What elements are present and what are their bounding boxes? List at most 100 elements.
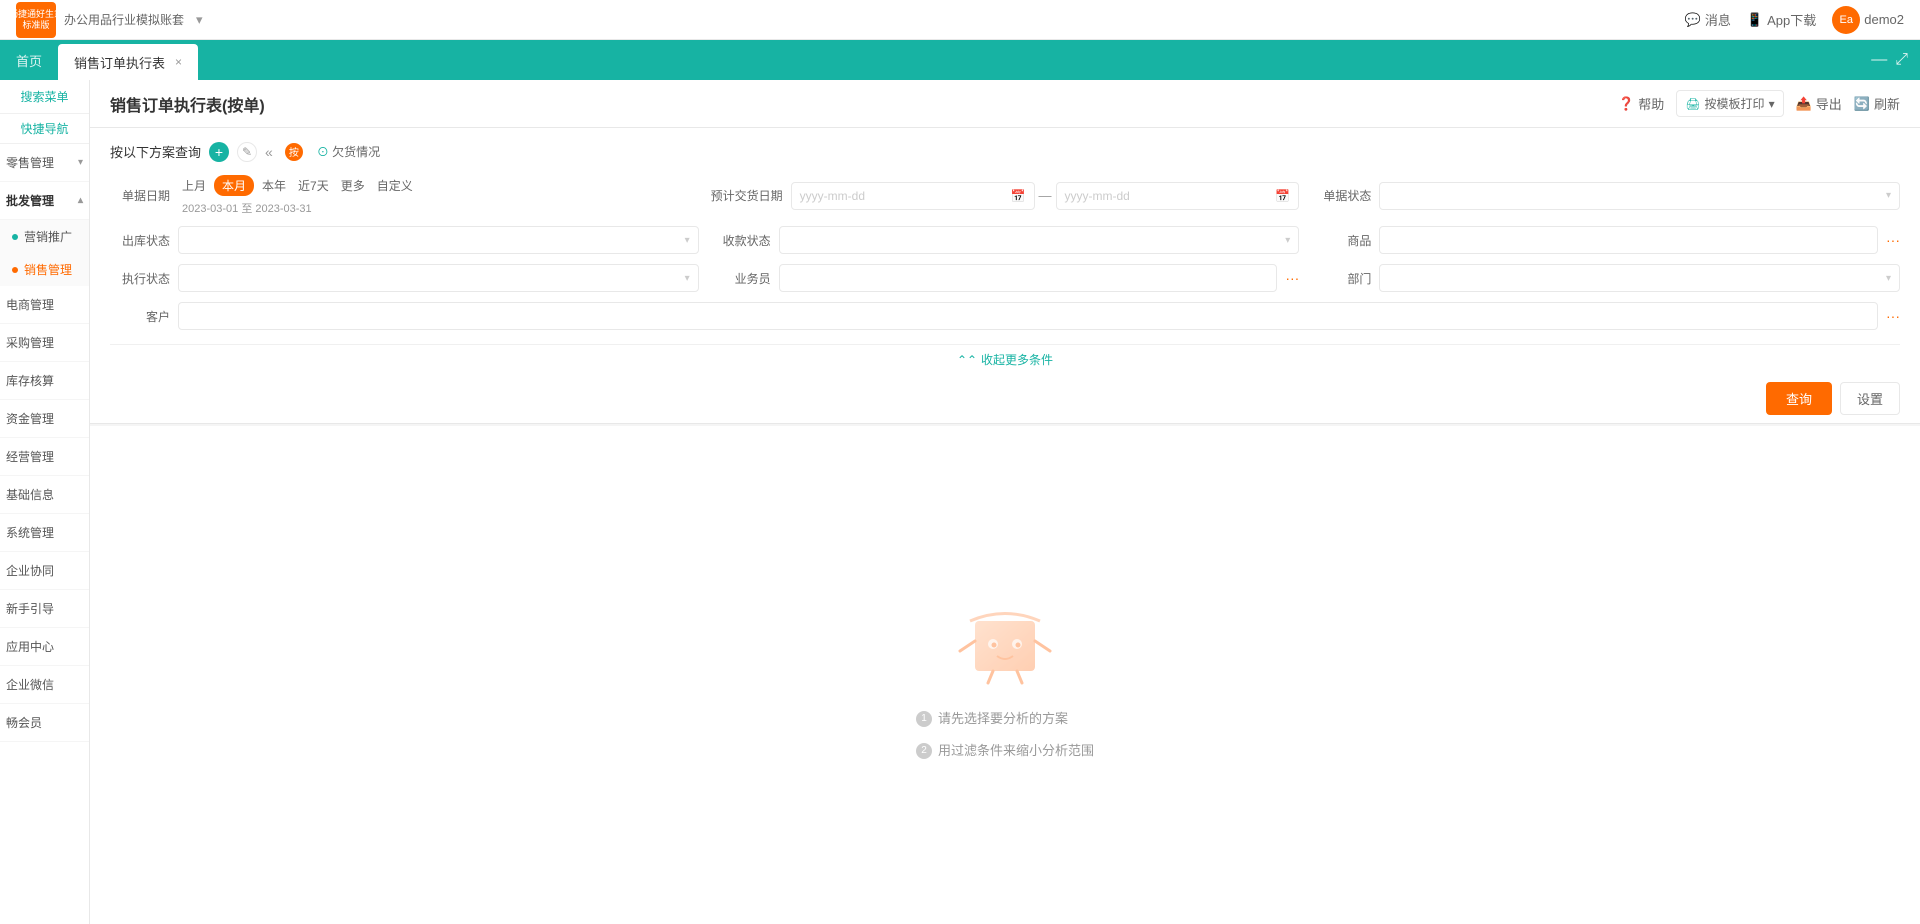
receipt-select[interactable]: ▾ [779,226,1300,254]
page-header-actions: ❓ 帮助 🖨 按模板打印 ▾ 📤 导出 🔄 刷新 [1618,90,1900,117]
expected-date-end[interactable]: yyyy-mm-dd 📅 [1056,182,1300,210]
chevron-down-icon: ▾ [78,157,83,168]
execution-select[interactable]: ▾ [178,264,699,292]
sidebar-sub-marketing[interactable]: 营销推广 [0,220,89,253]
sidebar-item-ecommerce-label: 电商管理 [6,296,54,313]
sidebar-sub-sales[interactable]: 销售管理 [0,253,89,286]
date-tab-thismonth[interactable]: 本月 [214,175,254,196]
chevron-down-execution-icon: ▾ [685,273,690,284]
expected-date-start[interactable]: yyyy-mm-dd 📅 [791,182,1035,210]
scheme-item-dan[interactable]: 按 [285,143,303,161]
tip-num-1: 1 [916,711,932,727]
field-shipment-status: 出库状态 ▾ [110,226,699,254]
sidebar-item-guide-label: 新手引导 [6,600,54,617]
department-select[interactable]: ▾ [1379,264,1900,292]
print-button[interactable]: 🖨 按模板打印 ▾ [1676,90,1783,117]
date-tab-thisyear[interactable]: 本年 [258,175,290,196]
sidebar-item-enterprise[interactable]: 企业协同 [0,552,89,590]
filter-row-1: 单据日期 上月 本月 本年 近7天 更多 自定义 2023-03-01 至 20… [110,175,1900,216]
date-separator: — [1039,188,1052,203]
minimize-button[interactable]: — [1871,51,1887,69]
refresh-button[interactable]: 🔄 刷新 [1854,94,1900,113]
sidebar-item-basic[interactable]: 基础信息 [0,476,89,514]
field-single-date: 单据日期 上月 本月 本年 近7天 更多 自定义 2023-03-01 至 20… [110,175,699,216]
main-layout: 搜索菜单 快捷导航 零售管理 ▾ 批发管理 ▴ 营销推广 销售管理 电商管理 [0,80,1920,924]
edit-scheme-button[interactable]: ✎ [237,142,257,162]
salesman-input[interactable] [779,264,1278,292]
empty-state: 1 请先选择要分析的方案 2 用过滤条件来缩小分析范围 [90,426,1920,924]
scheme-label: 按以下方案查询 [110,142,201,161]
collapse-bar[interactable]: ⌃⌃ 收起更多条件 [110,344,1900,374]
sidebar-item-guide[interactable]: 新手引导 [0,590,89,628]
logo: 畅捷通好生意 标准版 [16,2,56,38]
sidebar-item-purchase[interactable]: 采购管理 [0,324,89,362]
export-button[interactable]: 📤 导出 [1796,94,1842,113]
message-button[interactable]: 💬 消息 [1685,10,1731,29]
calendar-end-icon[interactable]: 📅 [1275,189,1290,203]
sidebar-item-enterprise-label: 企业协同 [6,562,54,579]
search-menu-label[interactable]: 搜索菜单 [8,88,81,105]
sidebar-item-member-label: 畅会员 [6,714,42,731]
settings-button[interactable]: 设置 [1840,382,1900,415]
content-area: 销售订单执行表(按单) ❓ 帮助 🖨 按模板打印 ▾ 📤 导出 🔄 刷新 [90,80,1920,924]
single-status-select[interactable]: ▾ [1379,182,1900,210]
app-title-arrow[interactable]: ▾ [196,12,203,28]
chevron-up-icon: ▴ [78,195,83,206]
goods-more-icon[interactable]: ··· [1886,232,1900,248]
quick-nav-label[interactable]: 快捷导航 [0,114,89,144]
sidebar-item-inventory[interactable]: 库存核算 [0,362,89,400]
date-tab-more[interactable]: 更多 [337,175,369,196]
sidebar-item-wholesale-label: 批发管理 [6,192,54,209]
print-arrow-icon: ▾ [1769,97,1775,111]
date-tab-lastmonth[interactable]: 上月 [178,175,210,196]
sidebar-item-retail[interactable]: 零售管理 ▾ [0,144,89,182]
user-menu[interactable]: Ea demo2 [1832,6,1904,34]
date-tab-custom[interactable]: 自定义 [373,175,417,196]
empty-tip-row-1: 1 请先选择要分析的方案 [916,706,1094,732]
empty-illustration [955,586,1055,686]
expected-date-label: 预计交货日期 [711,187,783,204]
app-download-button[interactable]: 📱 App下载 [1747,10,1816,29]
date-range-text: 2023-03-01 至 2023-03-31 [182,200,699,216]
expand-button[interactable]: ⤢ [1895,51,1908,69]
sidebar-item-wholesale[interactable]: 批发管理 ▴ [0,182,89,220]
sidebar-item-wechat[interactable]: 企业微信 [0,666,89,704]
tab-active[interactable]: 销售订单执行表 × [58,44,198,80]
help-button[interactable]: ❓ 帮助 [1618,94,1664,113]
goods-input[interactable] [1379,226,1878,254]
sidebar-item-finance[interactable]: 资金管理 [0,400,89,438]
salesman-more-icon[interactable]: ··· [1285,270,1299,286]
sidebar-item-operations-label: 经营管理 [6,448,54,465]
receipt-label: 收款状态 [711,232,771,249]
tabbar-actions: — ⤢ [1871,51,1920,69]
sidebar-item-retail-label: 零售管理 [6,154,54,171]
filter-row-3: 执行状态 ▾ 业务员 ··· 部门 [110,264,1900,292]
sidebar-item-appstore[interactable]: 应用中心 [0,628,89,666]
customer-input[interactable] [178,302,1878,330]
collapse-label: 收起更多条件 [981,351,1053,368]
tab-home[interactable]: 首页 [0,40,58,80]
page-header: 销售订单执行表(按单) ❓ 帮助 🖨 按模板打印 ▾ 📤 导出 🔄 刷新 [90,80,1920,128]
scheme-item-shortfall[interactable]: ⊙ 欠货情况 [307,140,390,163]
message-label: 消息 [1705,10,1731,29]
add-scheme-button[interactable]: + [209,142,229,162]
sidebar: 搜索菜单 快捷导航 零售管理 ▾ 批发管理 ▴ 营销推广 销售管理 电商管理 [0,80,90,924]
salesman-label: 业务员 [711,270,771,287]
empty-tips: 1 请先选择要分析的方案 2 用过滤条件来缩小分析范围 [916,706,1094,764]
query-button[interactable]: 查询 [1766,382,1832,415]
scheme-row: 按以下方案查询 + ✎ « 按 ⊙ 欠货情况 [110,140,1900,163]
shipment-select[interactable]: ▾ [178,226,699,254]
tab-active-label: 销售订单执行表 [74,53,165,72]
sidebar-search[interactable]: 搜索菜单 [0,80,89,114]
sidebar-item-member[interactable]: 畅会员 [0,704,89,742]
sidebar-item-operations[interactable]: 经营管理 [0,438,89,476]
sidebar-sub-wholesale: 营销推广 销售管理 [0,220,89,286]
customer-more-icon[interactable]: ··· [1886,308,1900,324]
collapse-scheme-button[interactable]: « [265,144,273,160]
tab-close-icon[interactable]: × [175,55,182,69]
date-tab-7days[interactable]: 近7天 [294,175,333,196]
sidebar-item-system[interactable]: 系统管理 [0,514,89,552]
refresh-icon: 🔄 [1854,96,1870,112]
sidebar-item-ecommerce[interactable]: 电商管理 [0,286,89,324]
calendar-start-icon[interactable]: 📅 [1011,189,1026,203]
